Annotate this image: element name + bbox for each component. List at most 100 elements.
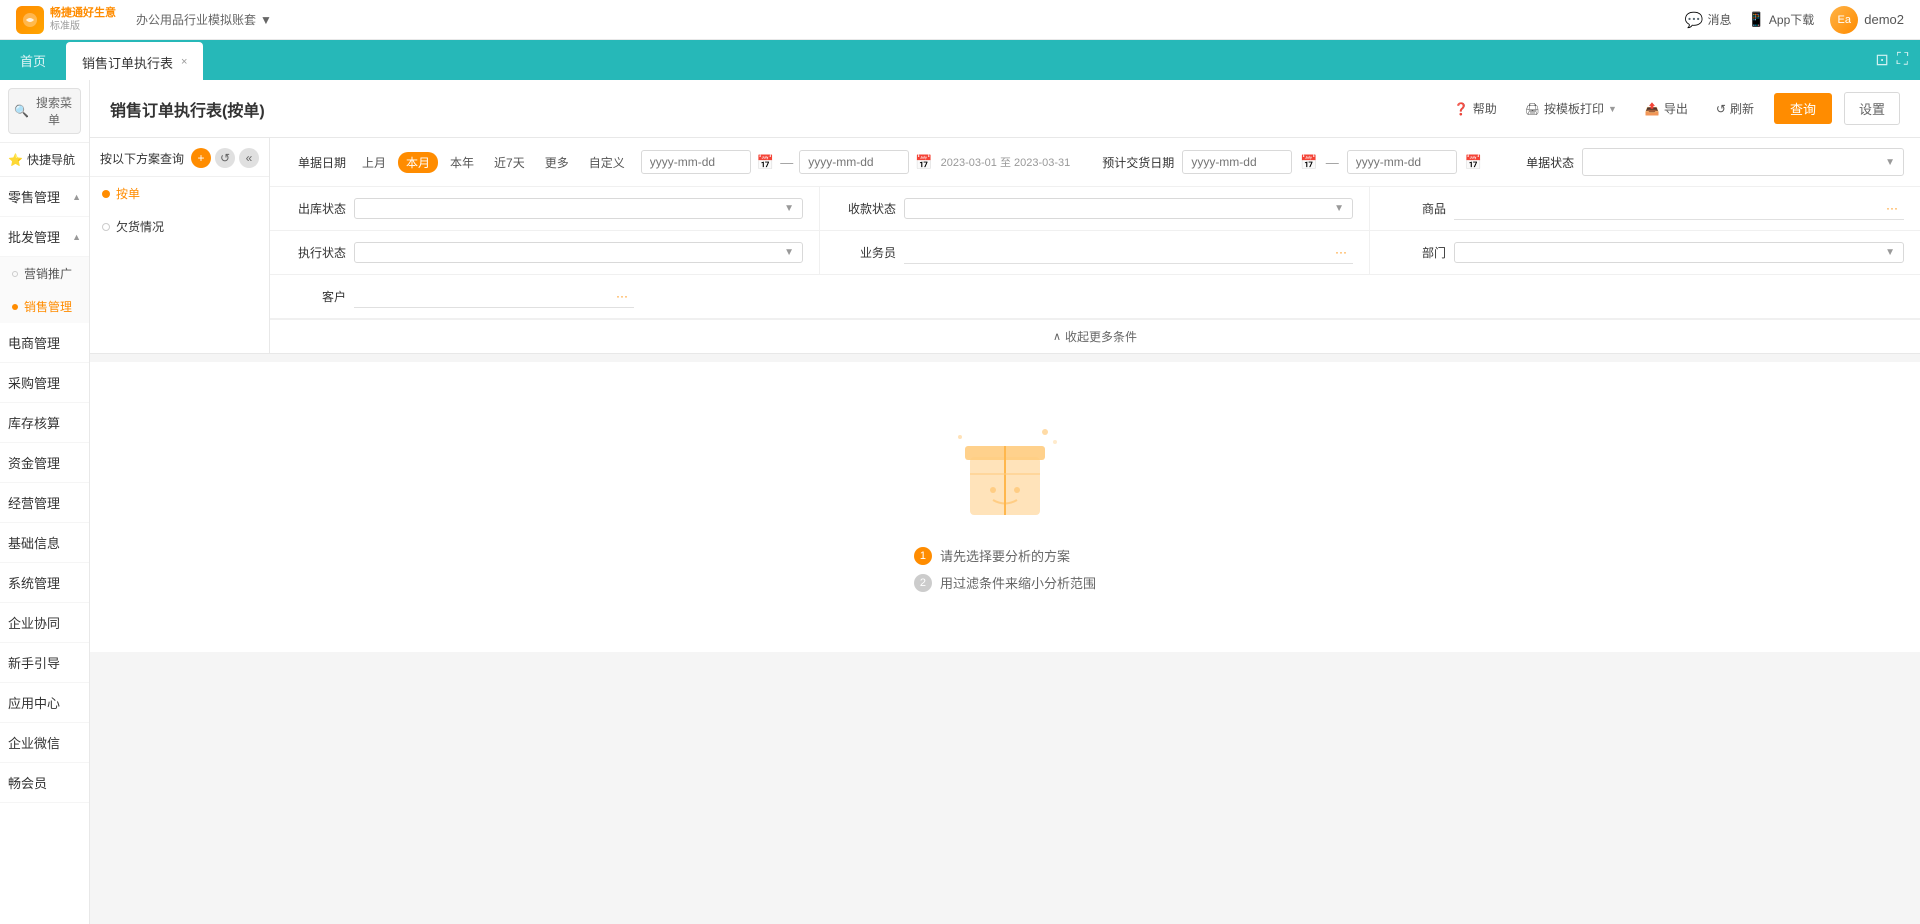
goods-input[interactable]: ··· bbox=[1454, 197, 1904, 220]
sidebar-item-system[interactable]: 系统管理 bbox=[0, 563, 89, 603]
dept-arrow-icon: ▼ bbox=[1885, 247, 1895, 258]
scheme-item-按单[interactable]: 按单 bbox=[90, 177, 269, 210]
tip-text-2: 用过滤条件来缩小分析范围 bbox=[940, 573, 1096, 592]
app-download-button[interactable]: 📱 App下载 bbox=[1747, 11, 1814, 28]
sidebar-item-operations[interactable]: 经营管理 bbox=[0, 483, 89, 523]
basic-label: 基础信息 bbox=[8, 533, 60, 552]
goods-cell: 商品 ··· bbox=[1370, 187, 1920, 230]
date-tab-本月[interactable]: 本月 bbox=[398, 152, 438, 173]
settings-button[interactable]: 设置 bbox=[1844, 92, 1900, 125]
filter-row-3: 执行状态 ▼ 业务员 ··· bbox=[270, 231, 1920, 275]
warehouse-status-cell: 出库状态 ▼ bbox=[270, 187, 820, 230]
customer-more-icon[interactable]: ··· bbox=[616, 289, 628, 303]
tab-sales-order[interactable]: 销售订单执行表 × bbox=[66, 42, 203, 82]
query-button[interactable]: 查询 bbox=[1774, 93, 1832, 124]
tab-home[interactable]: 首页 bbox=[0, 40, 66, 80]
sidebar-item-newbie[interactable]: 新手引导 bbox=[0, 643, 89, 683]
date-tab-自定义[interactable]: 自定义 bbox=[581, 152, 633, 173]
app-download-icon: 📱 bbox=[1747, 11, 1764, 28]
logo-text-line1: 畅捷通好生意 bbox=[50, 6, 116, 20]
customer-input[interactable]: ··· bbox=[354, 285, 634, 308]
marketing-label: 营销推广 bbox=[24, 265, 72, 282]
export-button[interactable]: 📤 导出 bbox=[1637, 96, 1696, 121]
warehouse-status-select[interactable]: ▼ bbox=[354, 198, 803, 219]
sidebar: 🔍 搜索菜单 ⭐ 快捷导航 零售管理 批发管理 营销推广 销售管理 电商管理 采… bbox=[0, 80, 90, 924]
calendar-start-icon[interactable]: 📅 bbox=[757, 154, 774, 171]
exec-status-select[interactable]: ▼ bbox=[354, 242, 803, 263]
restore-icon[interactable]: ⊡ bbox=[1875, 50, 1888, 70]
calendar-expected-start-icon[interactable]: 📅 bbox=[1300, 154, 1317, 171]
warehouse-status-label: 出库状态 bbox=[286, 200, 346, 217]
expected-date-end-input[interactable] bbox=[1347, 150, 1457, 174]
salesperson-input[interactable]: ··· bbox=[904, 241, 1353, 264]
sub-dot-orange-icon bbox=[12, 304, 18, 310]
sidebar-item-marketing[interactable]: 营销推广 bbox=[0, 257, 89, 290]
doc-status-select[interactable]: ▼ bbox=[1582, 148, 1904, 176]
sidebar-item-sales-mgmt[interactable]: 销售管理 bbox=[0, 290, 89, 323]
sidebar-item-wechat[interactable]: 企业微信 bbox=[0, 723, 89, 763]
sidebar-item-retail[interactable]: 零售管理 bbox=[0, 177, 89, 217]
payment-status-arrow-icon: ▼ bbox=[1334, 203, 1344, 214]
date-start-input[interactable] bbox=[641, 150, 751, 174]
scheme-icons: + ↺ « bbox=[191, 148, 259, 168]
date-tab-本年[interactable]: 本年 bbox=[442, 152, 482, 173]
quick-nav-label: 快捷导航 bbox=[27, 151, 75, 168]
date-label: 单据日期 bbox=[286, 154, 346, 171]
message-button[interactable]: 💬 消息 bbox=[1685, 11, 1732, 29]
sidebar-search-area: 🔍 搜索菜单 bbox=[0, 80, 89, 143]
message-label: 消息 bbox=[1707, 11, 1731, 28]
system-label: 系统管理 bbox=[8, 573, 60, 592]
sidebar-item-member[interactable]: 畅会员 bbox=[0, 763, 89, 803]
date-tab-上月[interactable]: 上月 bbox=[354, 152, 394, 173]
message-icon: 💬 bbox=[1685, 11, 1704, 29]
maximize-icon[interactable]: ⛶ bbox=[1897, 51, 1908, 69]
breadcrumb-text: 办公用品行业模拟账套 bbox=[136, 11, 256, 28]
tab-close-icon[interactable]: × bbox=[181, 56, 187, 68]
date-range-inputs: 📅 — 📅 bbox=[641, 150, 933, 174]
collapse-label: 收起更多条件 bbox=[1065, 328, 1137, 345]
breadcrumb[interactable]: 办公用品行业模拟账套 ▼ bbox=[136, 11, 272, 28]
scheme-item-欠货[interactable]: 欠货情况 bbox=[90, 210, 269, 243]
scheme-collapse-button[interactable]: « bbox=[239, 148, 259, 168]
expected-date-start-input[interactable] bbox=[1182, 150, 1292, 174]
dept-select[interactable]: ▼ bbox=[1454, 242, 1904, 263]
empty-tip-2: 2 用过滤条件来缩小分析范围 bbox=[914, 573, 1096, 592]
print-button[interactable]: 🖨 按模板打印 ▼ bbox=[1517, 96, 1625, 121]
goods-more-icon[interactable]: ··· bbox=[1886, 201, 1898, 215]
help-button[interactable]: ❓ 帮助 bbox=[1446, 96, 1505, 121]
date-tab-更多[interactable]: 更多 bbox=[537, 152, 577, 173]
breadcrumb-arrow-icon: ▼ bbox=[260, 13, 272, 27]
print-label: 按模板打印 bbox=[1544, 100, 1604, 117]
user-menu[interactable]: Ea demo2 bbox=[1830, 6, 1904, 34]
sidebar-item-basic[interactable]: 基础信息 bbox=[0, 523, 89, 563]
sidebar-item-ecommerce[interactable]: 电商管理 bbox=[0, 323, 89, 363]
scheme-add-button[interactable]: + bbox=[191, 148, 211, 168]
scheme-refresh-button[interactable]: ↺ bbox=[215, 148, 235, 168]
scheme-header-label: 按以下方案查询 bbox=[100, 150, 184, 167]
refresh-button[interactable]: ↺ 刷新 bbox=[1708, 96, 1762, 121]
sidebar-item-appstore[interactable]: 应用中心 bbox=[0, 683, 89, 723]
date-end-input[interactable] bbox=[799, 150, 909, 174]
payment-status-select[interactable]: ▼ bbox=[904, 198, 1353, 219]
salesperson-more-icon[interactable]: ··· bbox=[1335, 245, 1347, 259]
sidebar-item-purchase[interactable]: 采购管理 bbox=[0, 363, 89, 403]
calendar-expected-end-icon[interactable]: 📅 bbox=[1465, 154, 1482, 171]
date-tab-近7天[interactable]: 近7天 bbox=[486, 152, 533, 173]
sidebar-item-enterprise[interactable]: 企业协同 bbox=[0, 603, 89, 643]
sidebar-item-inventory[interactable]: 库存核算 bbox=[0, 403, 89, 443]
purchase-label: 采购管理 bbox=[8, 373, 60, 392]
calendar-end-icon[interactable]: 📅 bbox=[915, 154, 932, 171]
search-menu-button[interactable]: 🔍 搜索菜单 bbox=[8, 88, 81, 134]
sales-mgmt-label: 销售管理 bbox=[24, 298, 72, 315]
sidebar-item-finance[interactable]: 资金管理 bbox=[0, 443, 89, 483]
star-icon: ⭐ bbox=[8, 153, 23, 167]
sidebar-item-quick-nav[interactable]: ⭐ 快捷导航 bbox=[0, 143, 89, 177]
exec-status-arrow-icon: ▼ bbox=[784, 247, 794, 258]
filter-row-4: 客户 ··· bbox=[270, 275, 1920, 319]
collapse-bar[interactable]: ∧ 收起更多条件 bbox=[270, 319, 1920, 353]
sidebar-item-wholesale[interactable]: 批发管理 bbox=[0, 217, 89, 257]
filter-row-2: 出库状态 ▼ 收款状态 ▼ bbox=[270, 187, 1920, 231]
warehouse-status-arrow-icon: ▼ bbox=[784, 203, 794, 214]
doc-status-label: 单据状态 bbox=[1514, 154, 1574, 171]
dept-cell: 部门 ▼ bbox=[1370, 231, 1920, 274]
